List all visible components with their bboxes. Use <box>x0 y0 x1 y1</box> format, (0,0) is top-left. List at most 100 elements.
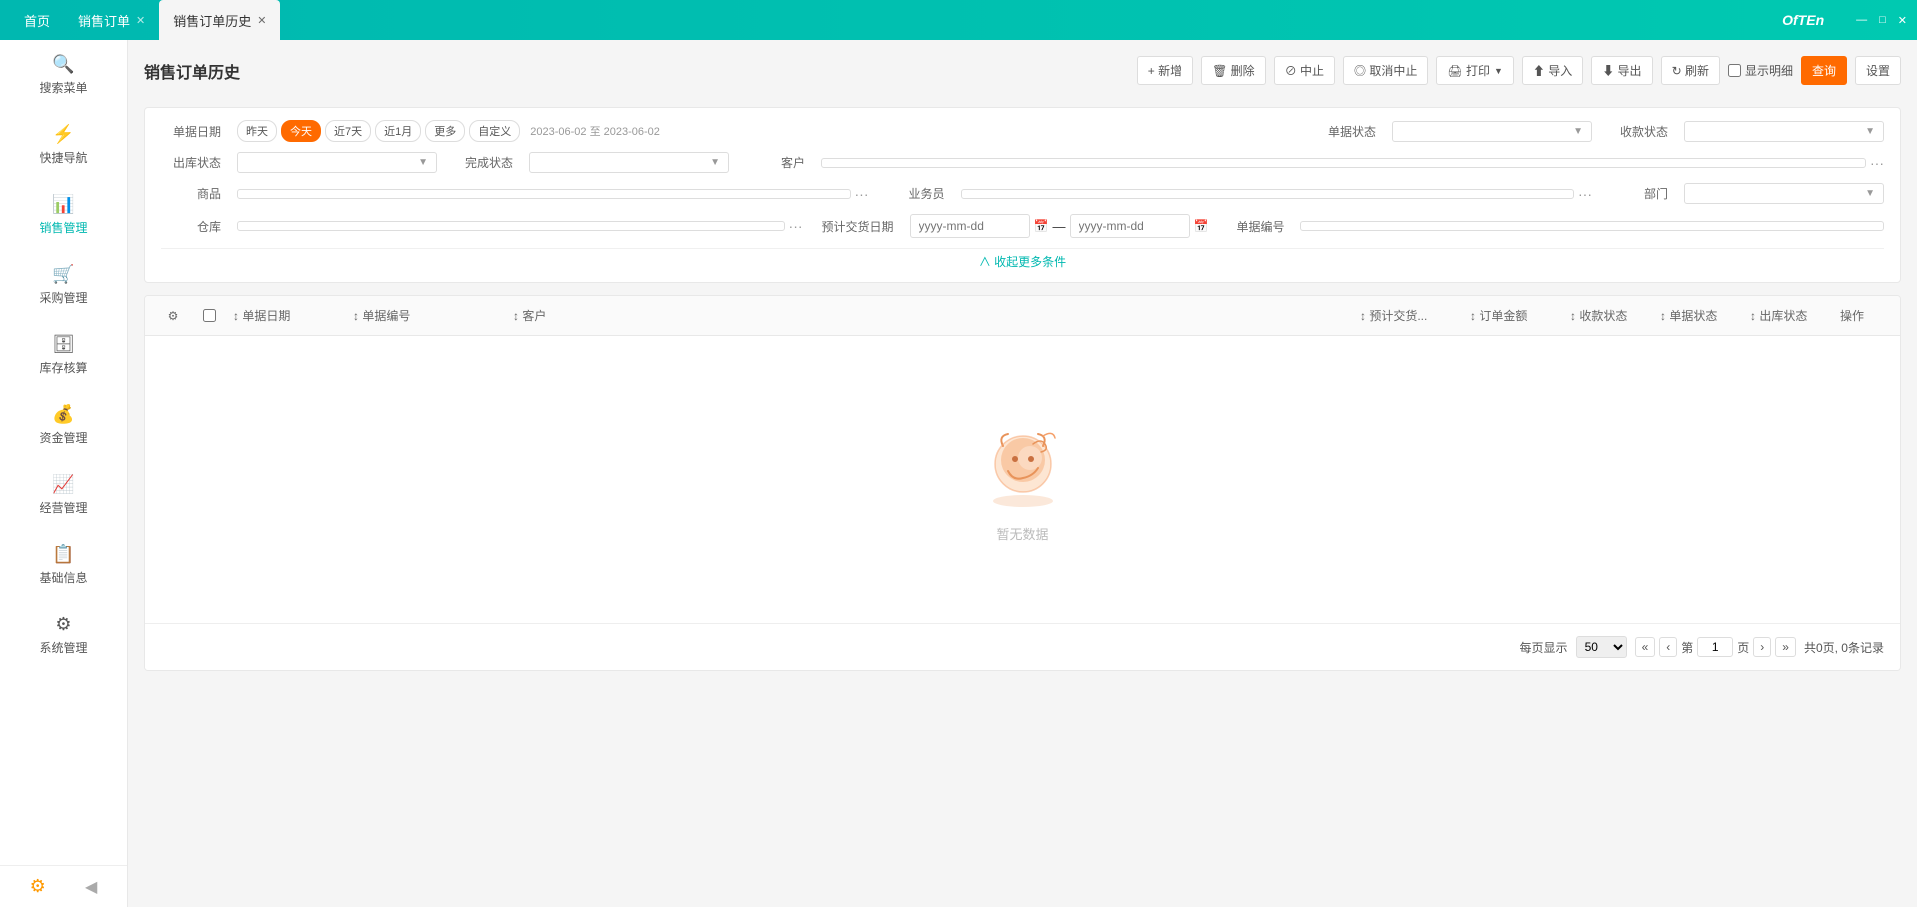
order-no-label: 单据编号 <box>1224 218 1284 235</box>
sidebar-item-label: 快捷导航 <box>39 149 87 166</box>
inventory-calc-icon: 🗄 <box>52 334 75 355</box>
total-label: 共0页, 0条记录 <box>1804 639 1884 656</box>
order-no-input[interactable] <box>1300 221 1884 231</box>
tab-sales-order-close[interactable]: ✕ <box>136 14 145 27</box>
sidebar-settings-icon[interactable]: ⚙ <box>30 876 46 897</box>
sales-mgmt-icon: 📊 <box>52 194 74 215</box>
sidebar-collapse-icon[interactable]: ◀ <box>85 877 97 897</box>
date-badge-7days[interactable]: 近7天 <box>325 120 371 142</box>
salesperson-select[interactable] <box>961 189 1575 199</box>
settings-icon: ⚙ <box>168 309 179 323</box>
maximize-btn[interactable]: □ <box>1879 14 1886 26</box>
th-amount[interactable]: ↕ 订单金额 <box>1462 307 1562 324</box>
sidebar-item-basic-info[interactable]: 📋 基础信息 <box>0 530 127 600</box>
export-btn[interactable]: ⬇ 导出 <box>1591 56 1652 85</box>
date-badge-1month[interactable]: 近1月 <box>375 120 421 142</box>
th-customer[interactable]: ↕ 客户 <box>505 307 1352 324</box>
date-control: 昨天 今天 近7天 近1月 更多 自定义 2023-06-02 至 2023-0… <box>237 120 1300 142</box>
stock-out-select[interactable]: ▼ <box>237 152 437 173</box>
th-stock-status[interactable]: ↕ 出库状态 <box>1742 307 1832 324</box>
th-delivery[interactable]: ↕ 预计交货... <box>1352 307 1462 324</box>
warehouse-select[interactable] <box>237 221 785 231</box>
window-controls: OfTEn — □ ✕ <box>1782 12 1907 28</box>
page-size-select[interactable]: 20 50 100 <box>1576 636 1627 658</box>
date-badge-more[interactable]: 更多 <box>425 120 465 142</box>
sidebar-item-inventory-calc[interactable]: 🗄 库存核算 <box>0 320 127 390</box>
sidebar-item-search-menu[interactable]: 🔍 搜索菜单 <box>0 40 127 110</box>
sidebar-item-sales-mgmt[interactable]: 📊 销售管理 <box>0 180 127 250</box>
th-order-no[interactable]: ↕ 单据编号 <box>345 307 505 324</box>
customer-select[interactable] <box>821 158 1866 168</box>
warehouse-dots-btn[interactable]: ··· <box>789 218 803 234</box>
sidebar: 🔍 搜索菜单 ⚡ 快捷导航 📊 销售管理 🛒 采购管理 🗄 库存核算 💰 资金管… <box>0 40 128 907</box>
sidebar-item-ops-mgmt[interactable]: 📈 经营管理 <box>0 460 127 530</box>
close-btn[interactable]: ✕ <box>1898 14 1907 27</box>
delivery-date-end[interactable] <box>1070 214 1190 238</box>
minimize-btn[interactable]: — <box>1856 14 1867 26</box>
order-status-select[interactable]: ▼ <box>1392 121 1592 142</box>
sidebar-item-sys-mgmt[interactable]: ⚙ 系统管理 <box>0 600 127 670</box>
cancel-stop-btn[interactable]: ◎ 取消中止 <box>1343 56 1428 85</box>
sidebar-item-label: 基础信息 <box>39 569 87 586</box>
th-customer-label: ↕ 客户 <box>513 307 546 324</box>
th-settings[interactable]: ⚙ <box>153 309 193 323</box>
complete-status-select[interactable]: ▼ <box>529 152 729 173</box>
current-page-input[interactable] <box>1697 637 1733 657</box>
page-nav: « ‹ 第 页 › » <box>1635 637 1796 657</box>
refresh-btn[interactable]: ↻ 刷新 <box>1661 56 1720 85</box>
date-badge-today[interactable]: 今天 <box>281 120 321 142</box>
date-badge-custom[interactable]: 自定义 <box>469 120 520 142</box>
th-op: 操作 <box>1832 307 1892 324</box>
product-dots-btn[interactable]: ··· <box>855 186 869 202</box>
display-detail-input[interactable] <box>1728 64 1741 77</box>
first-page-btn[interactable]: « <box>1635 637 1656 657</box>
customer-dots-btn[interactable]: ··· <box>1870 155 1884 171</box>
sidebar-item-quick-nav[interactable]: ⚡ 快捷导航 <box>0 110 127 180</box>
next-page-btn[interactable]: › <box>1753 637 1771 657</box>
stop-btn[interactable]: ⊘ 中止 <box>1274 56 1335 85</box>
print-btn[interactable]: 🖨 打印 ▼ <box>1436 56 1514 85</box>
salesperson-dots-btn[interactable]: ··· <box>1578 186 1592 202</box>
settings-btn[interactable]: 设置 <box>1855 56 1901 85</box>
delete-btn[interactable]: 🗑 删除 <box>1201 56 1266 85</box>
import-btn[interactable]: ⬆ 导入 <box>1522 56 1583 85</box>
date-badge-group: 昨天 今天 近7天 近1月 更多 自定义 <box>237 120 520 142</box>
table-container: ⚙ ↕ 单据日期 ↕ 单据编号 ↕ 客户 ↕ 预计交货... <box>144 295 1901 671</box>
delivery-date-start[interactable] <box>910 214 1030 238</box>
tab-home[interactable]: 首页 <box>10 0 64 40</box>
date-range-text: 2023-06-02 至 2023-06-02 <box>530 123 660 139</box>
prev-page-btn[interactable]: ‹ <box>1659 637 1677 657</box>
dept-select[interactable]: ▼ <box>1684 183 1884 204</box>
product-select[interactable] <box>237 189 851 199</box>
th-check[interactable] <box>193 309 225 322</box>
search-menu-icon: 🔍 <box>52 54 74 75</box>
th-order-no-label: ↕ 单据编号 <box>353 307 410 324</box>
recv-status-select[interactable]: ▼ <box>1684 121 1884 142</box>
tab-sales-order-history[interactable]: 销售订单历史 ✕ <box>159 0 280 40</box>
tab-sales-order-history-close[interactable]: ✕ <box>257 14 266 27</box>
tab-sales-order[interactable]: 销售订单 ✕ <box>64 0 159 40</box>
brand-label: OfTEn <box>1782 12 1824 28</box>
dept-arrow: ▼ <box>1865 188 1875 199</box>
new-btn[interactable]: + 新增 <box>1137 56 1193 85</box>
product-label: 商品 <box>161 185 221 202</box>
empty-state: 暂无数据 <box>145 336 1900 623</box>
sidebar-bottom: ⚙ ◀ <box>0 865 127 907</box>
select-all-checkbox[interactable] <box>203 309 216 322</box>
delivery-date-range: 📅 — 📅 <box>910 214 1209 238</box>
order-status-arrow: ▼ <box>1573 126 1583 137</box>
display-detail-checkbox[interactable]: 显示明细 <box>1728 62 1793 79</box>
th-order-status[interactable]: ↕ 单据状态 <box>1652 307 1742 324</box>
collapse-row[interactable]: ∧ 收起更多条件 <box>161 248 1884 270</box>
th-date[interactable]: ↕ 单据日期 <box>225 307 345 324</box>
toolbar: + 新增 🗑 删除 ⊘ 中止 ◎ 取消中止 🖨 打印 ▼ ⬆ 导入 ⬇ 导出 ↻… <box>1137 56 1901 85</box>
query-btn[interactable]: 查询 <box>1801 56 1847 85</box>
sidebar-item-purchase-mgmt[interactable]: 🛒 采购管理 <box>0 250 127 320</box>
sidebar-item-finance-mgmt[interactable]: 💰 资金管理 <box>0 390 127 460</box>
last-page-btn[interactable]: » <box>1775 637 1796 657</box>
th-recv-status[interactable]: ↕ 收款状态 <box>1562 307 1652 324</box>
date-badge-yesterday[interactable]: 昨天 <box>237 120 277 142</box>
quick-nav-icon: ⚡ <box>52 124 74 145</box>
stock-out-arrow: ▼ <box>418 157 428 168</box>
filter-row-2: 出库状态 ▼ 完成状态 ▼ 客户 ··· <box>161 152 1884 173</box>
